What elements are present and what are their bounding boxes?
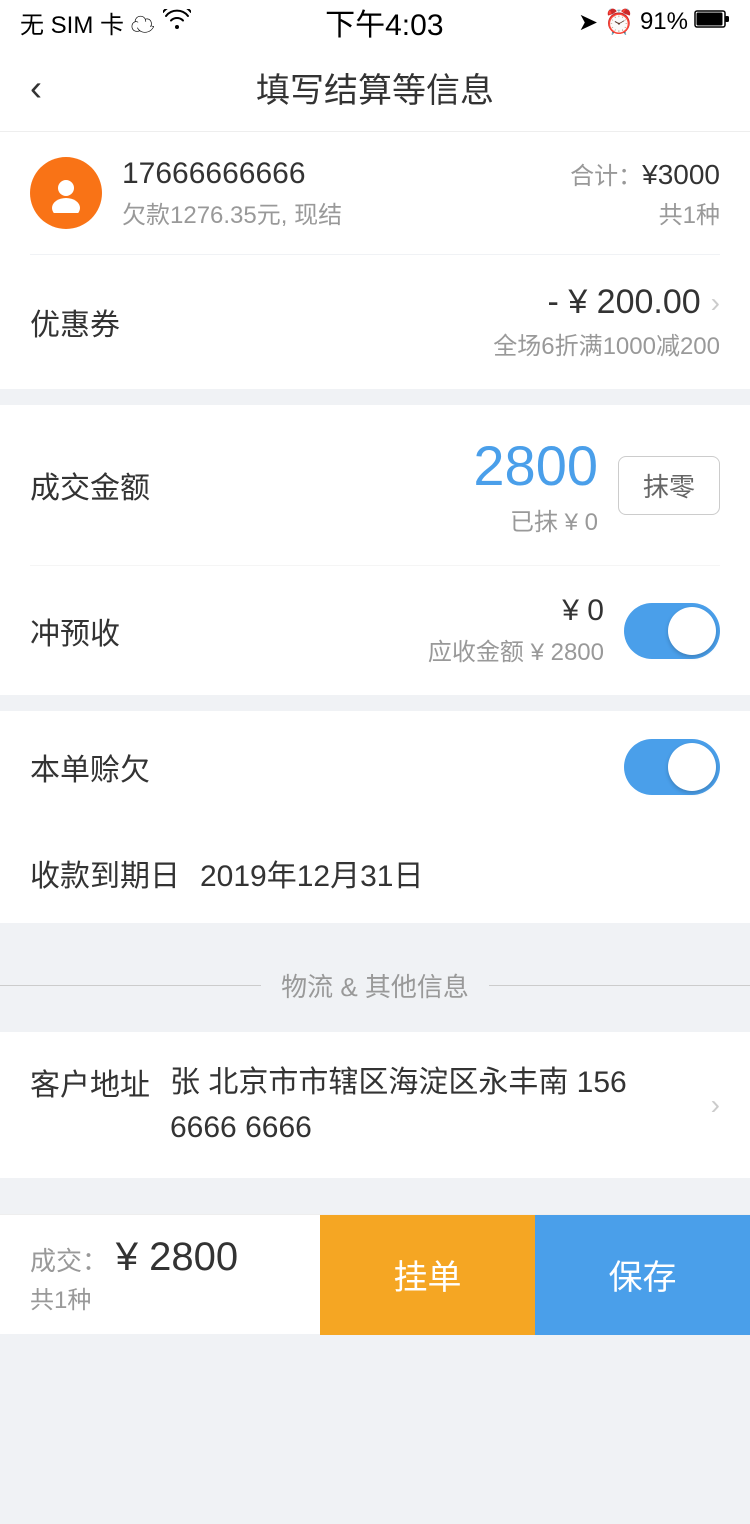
- amount-right: 2800 已抹 ¥ 0 抹零: [473, 433, 720, 537]
- coupon-right: - ¥ 200.00 › 全场6折满1000减200: [493, 283, 720, 361]
- wifi-icon: [163, 8, 191, 36]
- bottom-count: 共1种: [30, 1280, 290, 1315]
- status-right: ➤ ⏰ 91%: [578, 8, 730, 37]
- page-title: 填写结算等信息: [256, 63, 494, 112]
- coupon-row[interactable]: 优惠券 - ¥ 200.00 › 全场6折满1000减200: [30, 255, 720, 389]
- coupon-label: 优惠券: [30, 300, 120, 344]
- status-time: 下午4:03: [325, 0, 443, 44]
- avatar: [30, 157, 102, 229]
- duedate-row: 收款到期日 2019年12月31日: [30, 823, 720, 923]
- credit-toggle[interactable]: [624, 739, 720, 795]
- divider-text: 物流 & 其他信息: [281, 967, 469, 1004]
- duedate-label: 收款到期日: [30, 851, 180, 895]
- address-label: 客户地址: [30, 1060, 150, 1104]
- precollect-amount: ¥ 0: [428, 594, 604, 628]
- address-value: 张 北京市市辖区海淀区永丰南 156 6666 6666: [170, 1060, 701, 1150]
- customer-info: 17666666666 欠款1276.35元, 现结: [122, 157, 342, 230]
- customer-row: 17666666666 欠款1276.35元, 现结 合计：¥3000 共1种: [30, 132, 720, 255]
- customer-card: 17666666666 欠款1276.35元, 现结 合计：¥3000 共1种 …: [0, 132, 750, 389]
- amount-sub: 已抹 ¥ 0: [473, 502, 598, 537]
- bottom-bar: 成交： ¥ 2800 共1种 挂单 保存: [0, 1214, 750, 1334]
- bottom-info: 成交： ¥ 2800 共1种: [0, 1235, 320, 1315]
- battery-label: 91%: [640, 8, 688, 36]
- address-row[interactable]: 客户地址 张 北京市市辖区海淀区永丰南 156 6666 6666 ›: [30, 1032, 720, 1178]
- pending-button[interactable]: 挂单: [320, 1215, 535, 1335]
- divider-section: 物流 & 其他信息: [0, 939, 750, 1032]
- location-icon: ➤: [578, 8, 598, 37]
- coupon-chevron-icon: ›: [711, 287, 720, 319]
- nav-bar: ‹ 填写结算等信息: [0, 44, 750, 132]
- status-left: 无 SIM 卡 ☁: [20, 5, 191, 40]
- duedate-value: 2019年12月31日: [200, 851, 423, 895]
- battery-icon: [694, 8, 730, 36]
- amount-value-group: 2800 已抹 ¥ 0: [473, 433, 598, 537]
- amount-value: 2800: [473, 433, 598, 498]
- credit-card: 本单赊欠 收款到期日 2019年12月31日: [0, 711, 750, 923]
- toggle-thumb: [668, 607, 716, 655]
- precollect-right: ¥ 0 应收金额 ¥ 2800: [428, 594, 720, 667]
- toggle-thumb-2: [668, 743, 716, 791]
- precollect-values: ¥ 0 应收金额 ¥ 2800: [428, 594, 604, 667]
- alarm-icon: ⏰: [604, 8, 634, 37]
- precollect-sub: 应收金额 ¥ 2800: [428, 632, 604, 667]
- amount-card: 成交金额 2800 已抹 ¥ 0 抹零 冲预收 ¥ 0 应收金额 ¥ 2800: [0, 405, 750, 695]
- customer-phone: 17666666666: [122, 157, 342, 191]
- credit-row: 本单赊欠: [30, 711, 720, 823]
- bottom-summary: 成交： ¥ 2800: [30, 1235, 290, 1280]
- back-button[interactable]: ‹: [30, 67, 42, 109]
- address-card: 客户地址 张 北京市市辖区海淀区永丰南 156 6666 6666 ›: [0, 1032, 750, 1178]
- address-chevron-icon: ›: [711, 1089, 720, 1121]
- status-bar: 无 SIM 卡 ☁ 下午4:03 ➤ ⏰ 91%: [0, 0, 750, 44]
- credit-label: 本单赊欠: [30, 745, 150, 789]
- bottom-label: 成交：: [30, 1246, 108, 1276]
- amount-row: 成交金额 2800 已抹 ¥ 0 抹零: [30, 405, 720, 566]
- sim-label: 无 SIM 卡 ☁: [20, 5, 155, 40]
- customer-sub: 欠款1276.35元, 现结: [122, 195, 342, 230]
- amount-label: 成交金额: [30, 463, 150, 507]
- bottom-amount: ¥ 2800: [116, 1235, 238, 1279]
- coupon-desc: 全场6折满1000减200: [493, 326, 720, 361]
- total-count: 共1种: [570, 195, 720, 230]
- save-button[interactable]: 保存: [535, 1215, 750, 1335]
- customer-right: 合计：¥3000 共1种: [570, 156, 720, 230]
- precollect-row: 冲预收 ¥ 0 应收金额 ¥ 2800: [30, 566, 720, 695]
- precollect-toggle[interactable]: [624, 603, 720, 659]
- round-button[interactable]: 抹零: [618, 456, 720, 515]
- precollect-label: 冲预收: [30, 609, 120, 653]
- customer-left: 17666666666 欠款1276.35元, 现结: [30, 157, 342, 230]
- coupon-discount: - ¥ 200.00: [548, 283, 701, 322]
- divider-line-right: [489, 985, 750, 986]
- divider-line-left: [0, 985, 261, 986]
- total-label: 合计：¥3000: [570, 156, 720, 191]
